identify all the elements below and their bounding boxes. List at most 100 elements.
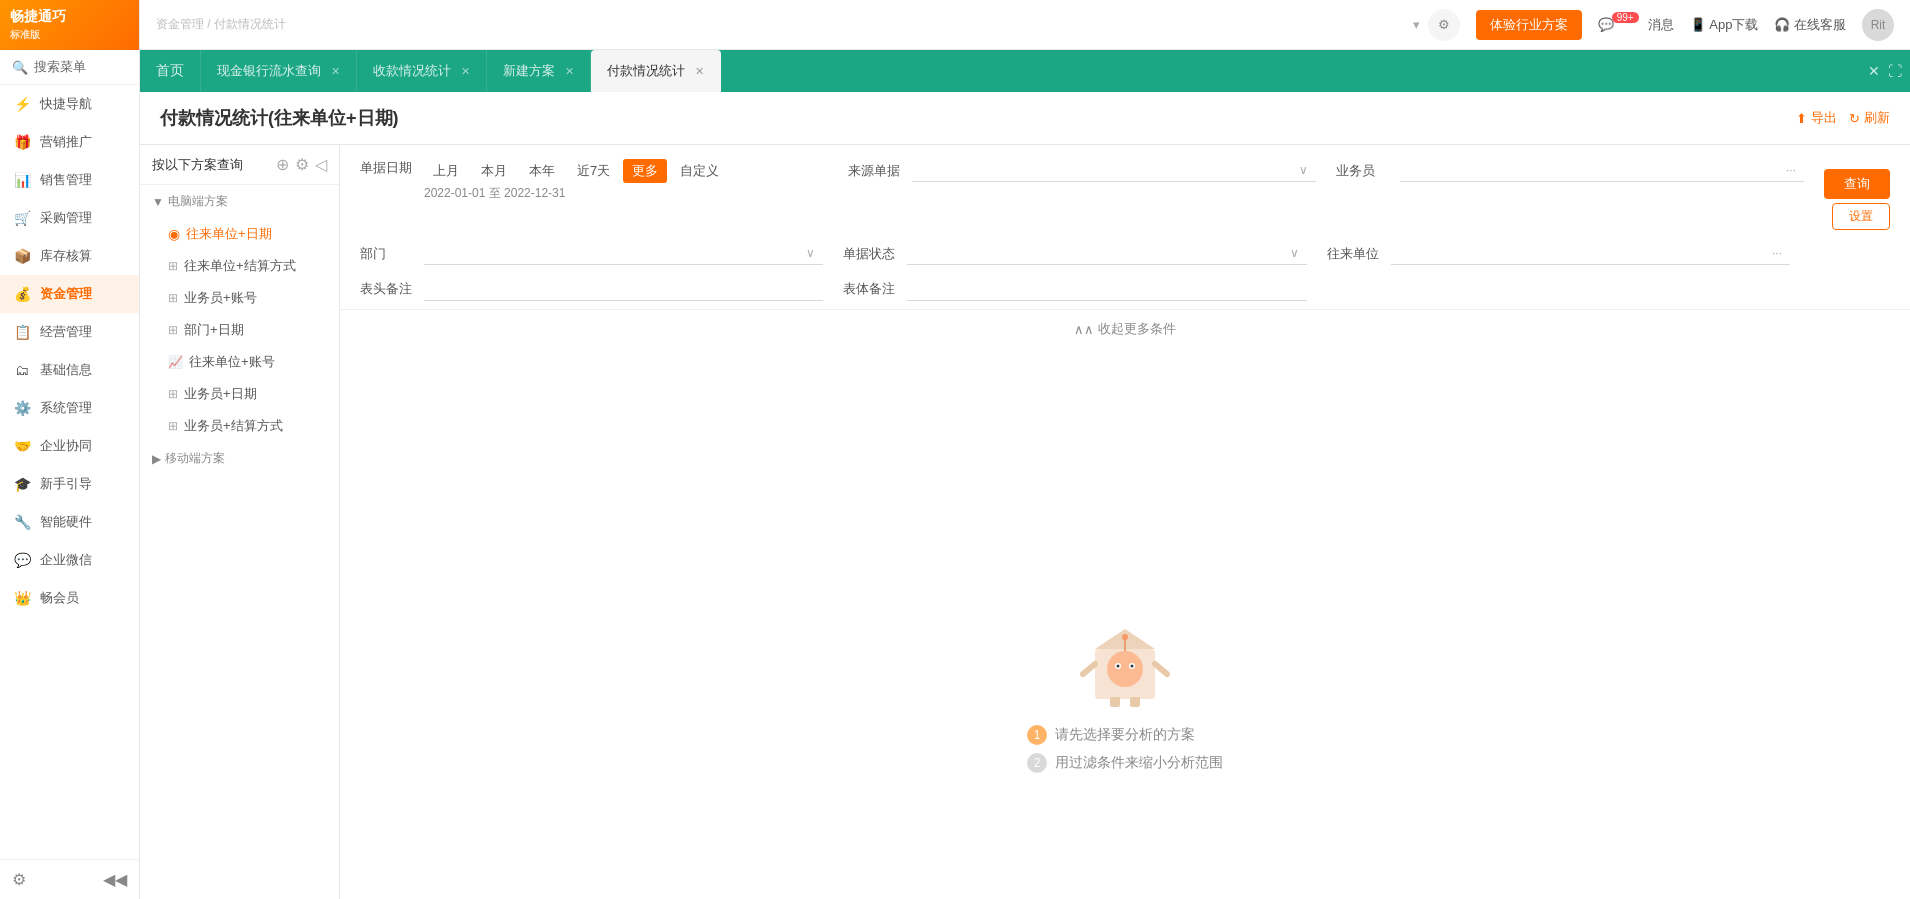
- tab-payment-stats-close[interactable]: ✕: [695, 65, 704, 78]
- messages-label: 消息: [1648, 17, 1674, 32]
- sidebar-item-operation[interactable]: 📋 经营管理: [0, 313, 139, 351]
- guide-icon: 🎓: [12, 476, 32, 492]
- table-body-note-input[interactable]: [907, 277, 1306, 301]
- scheme-item-6[interactable]: ⊞ 业务员+结算方式: [140, 410, 339, 442]
- date-btn-custom[interactable]: 自定义: [671, 159, 728, 183]
- date-btn-more[interactable]: 更多: [623, 159, 667, 183]
- section-arrow-icon: ▼: [152, 195, 164, 209]
- sidebar-item-hardware[interactable]: 🔧 智能硬件: [0, 503, 139, 541]
- tab-receipt-stats[interactable]: 收款情况统计 ✕: [357, 50, 487, 92]
- date-btn-this-month[interactable]: 本月: [472, 159, 516, 183]
- scheme-items-desktop: ◉ 往来单位+日期 ⊞ 往来单位+结算方式 ⊞ 业务员+账号 ⊞ 部门+日期: [140, 218, 339, 442]
- scheme-item-3[interactable]: ⊞ 部门+日期: [140, 314, 339, 346]
- date-btn-last-month[interactable]: 上月: [424, 159, 468, 183]
- app-name: 畅捷通巧: [10, 8, 66, 26]
- step2-num: 2: [1027, 753, 1047, 773]
- collapse-more-conditions-btn[interactable]: ∧∧ 收起更多条件: [1074, 320, 1176, 338]
- svg-rect-9: [1110, 697, 1120, 707]
- maximize-window-btn[interactable]: ⛶: [1888, 63, 1902, 79]
- tab-payment-stats[interactable]: 付款情况统计 ✕: [591, 50, 721, 92]
- search-menu-btn[interactable]: 🔍 搜索菜单: [0, 50, 139, 85]
- sidebar-item-marketing[interactable]: 🎁 营销推广: [0, 123, 139, 161]
- tab-receipt-stats-close[interactable]: ✕: [461, 65, 470, 78]
- scheme-section-mobile[interactable]: ▶ 移动端方案: [140, 442, 339, 475]
- tab-spacer: [721, 50, 1860, 92]
- collapse-sidebar-icon[interactable]: ◀◀: [103, 870, 127, 889]
- filter-panel: 单据日期 上月 本月 本年 近7天 更多 自定义 20: [340, 145, 1910, 482]
- topbar-settings-btn[interactable]: ⚙: [1428, 9, 1460, 41]
- sidebar-item-system[interactable]: ⚙️ 系统管理: [0, 389, 139, 427]
- sidebar-item-inventory[interactable]: 📦 库存核算: [0, 237, 139, 275]
- sidebar-item-member[interactable]: 👑 畅会员: [0, 579, 139, 617]
- close-window-btn[interactable]: ✕: [1868, 63, 1880, 79]
- counterparty-row: 往来单位 ···: [1327, 242, 1790, 265]
- collapse-arrow-icon: ∧∧: [1074, 322, 1094, 337]
- sidebar-item-sales[interactable]: 📊 销售管理: [0, 161, 139, 199]
- date-filter-btns: 上月 本月 本年 近7天 更多 自定义: [424, 159, 828, 183]
- scheme-item-1[interactable]: ⊞ 往来单位+结算方式: [140, 250, 339, 282]
- sidebar-item-finance[interactable]: 💰 资金管理: [0, 275, 139, 313]
- scheme-item-table-icon: ⊞: [168, 419, 178, 433]
- date-btn-last-7-days[interactable]: 近7天: [568, 159, 619, 183]
- settings-footer-icon[interactable]: ⚙: [12, 870, 26, 889]
- table-header-note-input[interactable]: [424, 277, 823, 301]
- scheme-item-2[interactable]: ⊞ 业务员+账号: [140, 282, 339, 314]
- scheme-item-label: 往来单位+结算方式: [184, 257, 296, 275]
- voucher-status-select[interactable]: ∨: [907, 242, 1306, 265]
- scheme-settings-btn[interactable]: ⚙: [295, 155, 309, 174]
- page-header: 付款情况统计(往来单位+日期) ⬆ 导出 ↻ 刷新: [140, 92, 1910, 145]
- user-avatar[interactable]: Rit: [1862, 9, 1894, 41]
- scheme-item-4[interactable]: 📈 往来单位+账号: [140, 346, 339, 378]
- tab-bank-flow-close[interactable]: ✕: [331, 65, 340, 78]
- filter-settings-btn[interactable]: 设置: [1832, 203, 1890, 230]
- customer-service-btn[interactable]: 🎧 在线客服: [1774, 16, 1846, 34]
- tab-new-scheme-close[interactable]: ✕: [565, 65, 574, 78]
- sidebar-item-quick-nav[interactable]: ⚡ 快捷导航: [0, 85, 139, 123]
- scheme-item-0[interactable]: ◉ 往来单位+日期: [140, 218, 339, 250]
- table-body-note-row: 表体备注: [843, 277, 1306, 301]
- salesperson-row: 业务员 ···: [1336, 159, 1804, 182]
- messages-badge: 99+: [1612, 12, 1639, 23]
- export-btn[interactable]: ⬆ 导出: [1796, 109, 1837, 127]
- empty-text: 1 请先选择要分析的方案 2 用过滤条件来缩小分析范围: [1027, 725, 1223, 773]
- counterparty-select[interactable]: ···: [1391, 242, 1790, 265]
- tab-new-scheme[interactable]: 新建方案 ✕: [487, 50, 591, 92]
- scheme-section-desktop[interactable]: ▼ 电脑端方案: [140, 185, 339, 218]
- sidebar-item-basic-info[interactable]: 🗂 基础信息: [0, 351, 139, 389]
- scheme-panel-header: 按以下方案查询 ⊕ ⚙ ◁: [140, 145, 339, 185]
- refresh-btn[interactable]: ↻ 刷新: [1849, 109, 1890, 127]
- sidebar-item-label: 销售管理: [40, 171, 92, 189]
- collapse-btn-label: 收起更多条件: [1098, 320, 1176, 338]
- salesperson-select[interactable]: ···: [1400, 159, 1804, 182]
- content-body: 按以下方案查询 ⊕ ⚙ ◁ ▼ 电脑端方案 ◉ 往来单位+日期 ⊞: [140, 145, 1910, 899]
- scheme-item-5[interactable]: ⊞ 业务员+日期: [140, 378, 339, 410]
- sidebar-nav: ⚡ 快捷导航 🎁 营销推广 📊 销售管理 🛒 采购管理 📦 库存核算 💰 资金管…: [0, 85, 139, 859]
- sidebar-item-purchase[interactable]: 🛒 采购管理: [0, 199, 139, 237]
- source-voucher-select[interactable]: ∨: [912, 159, 1316, 182]
- sidebar-item-wechat[interactable]: 💬 企业微信: [0, 541, 139, 579]
- hardware-icon: 🔧: [12, 514, 32, 530]
- topbar-breadcrumb: 资金管理 / 付款情况统计: [156, 16, 1397, 33]
- messages-btn[interactable]: 💬 99+ 消息: [1598, 16, 1674, 34]
- tab-bank-flow[interactable]: 现金银行流水查询 ✕: [201, 50, 357, 92]
- scheme-add-btn[interactable]: ⊕: [276, 155, 289, 174]
- empty-svg-illustration: [1065, 609, 1185, 709]
- system-icon: ⚙️: [12, 400, 32, 416]
- source-voucher-label: 来源单据: [848, 162, 904, 180]
- query-btn[interactable]: 查询: [1824, 169, 1890, 199]
- sidebar-item-enterprise[interactable]: 🤝 企业协同: [0, 427, 139, 465]
- app-download-label: App下载: [1709, 17, 1758, 32]
- trial-industry-btn[interactable]: 体验行业方案: [1476, 10, 1582, 40]
- sidebar-item-guide[interactable]: 🎓 新手引导: [0, 465, 139, 503]
- scheme-collapse-btn[interactable]: ◁: [315, 155, 327, 174]
- department-select[interactable]: ∨: [424, 242, 823, 265]
- scheme-item-label: 部门+日期: [184, 321, 244, 339]
- basic-info-icon: 🗂: [12, 362, 32, 378]
- date-btn-this-year[interactable]: 本年: [520, 159, 564, 183]
- tab-home[interactable]: 首页: [140, 50, 201, 92]
- app-download-btn[interactable]: 📱 App下载: [1690, 16, 1758, 34]
- refresh-icon: ↻: [1849, 111, 1860, 126]
- breadcrumb-text: 资金管理 / 付款情况统计: [156, 16, 286, 33]
- sidebar-item-label: 系统管理: [40, 399, 92, 417]
- dropdown-arrow-icon[interactable]: ▾: [1413, 17, 1420, 32]
